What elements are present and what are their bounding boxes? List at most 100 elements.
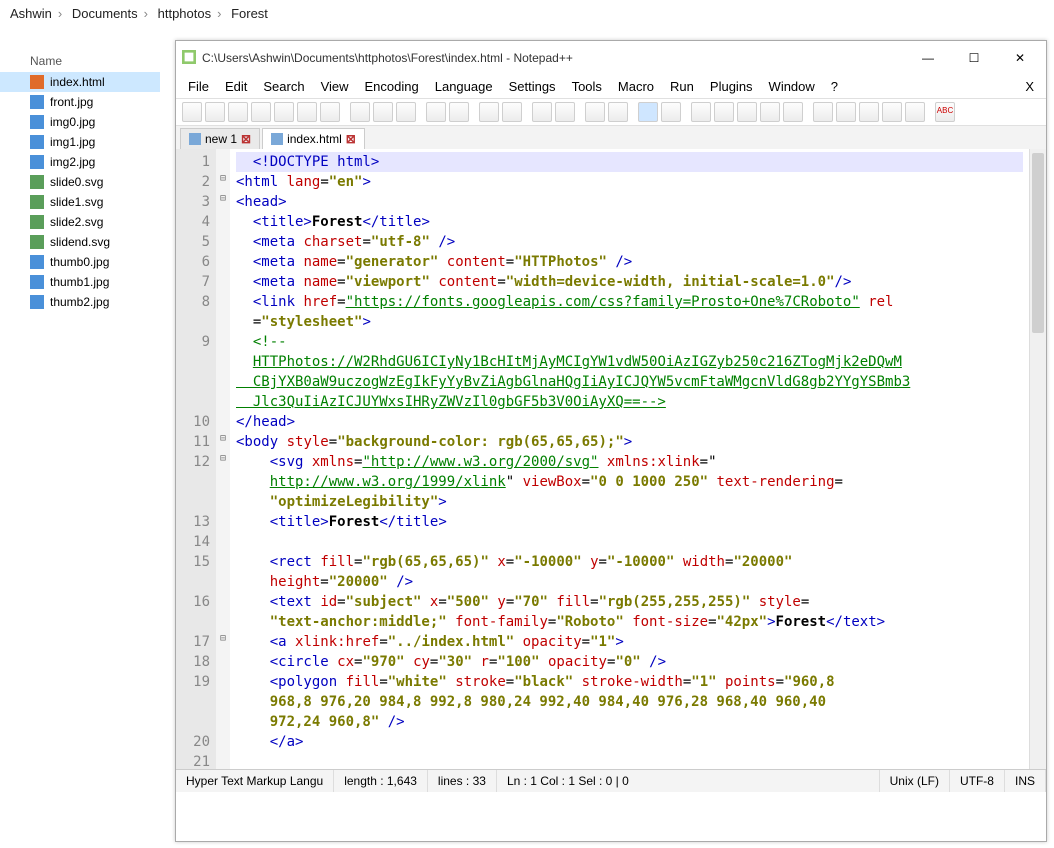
- menubar: File Edit Search View Encoding Language …: [176, 75, 1046, 98]
- file-name: front.jpg: [50, 95, 93, 109]
- tab-indexhtml[interactable]: index.html ⊠: [262, 128, 365, 149]
- zoom-out-icon[interactable]: [555, 102, 575, 122]
- menubar-close[interactable]: X: [1019, 77, 1040, 96]
- file-icon: [271, 133, 283, 145]
- new-file-icon[interactable]: [182, 102, 202, 122]
- maximize-button[interactable]: ☐: [954, 45, 994, 71]
- cut-icon[interactable]: [350, 102, 370, 122]
- menu-search[interactable]: Search: [257, 77, 310, 96]
- run-macro-multi-icon[interactable]: [882, 102, 902, 122]
- spellcheck-icon[interactable]: ABC: [935, 102, 955, 122]
- file-icon: [30, 215, 44, 229]
- copy-icon[interactable]: [373, 102, 393, 122]
- save-macro-icon[interactable]: [905, 102, 925, 122]
- file-icon: [30, 155, 44, 169]
- chevron-right-icon: ›: [58, 6, 62, 21]
- print-icon[interactable]: [320, 102, 340, 122]
- file-row[interactable]: slide0.svg: [0, 172, 160, 192]
- menu-view[interactable]: View: [315, 77, 355, 96]
- redo-icon[interactable]: [449, 102, 469, 122]
- menu-language[interactable]: Language: [429, 77, 499, 96]
- file-row[interactable]: thumb1.jpg: [0, 272, 160, 292]
- file-icon: [189, 133, 201, 145]
- notepadpp-window: C:\Users\Ashwin\Documents\httphotos\Fore…: [175, 40, 1047, 842]
- breadcrumb-item[interactable]: Ashwin: [10, 6, 52, 21]
- menu-run[interactable]: Run: [664, 77, 700, 96]
- breadcrumb-item[interactable]: httphotos: [158, 6, 212, 21]
- tab-new1[interactable]: new 1 ⊠: [180, 128, 260, 149]
- indent-guide-icon[interactable]: [691, 102, 711, 122]
- file-icon: [30, 135, 44, 149]
- function-list-icon[interactable]: [760, 102, 780, 122]
- file-row[interactable]: slide2.svg: [0, 212, 160, 232]
- line-number-gutter: 1234567891011121314151617181920212223: [176, 149, 216, 769]
- file-name: thumb1.jpg: [50, 275, 109, 289]
- file-icon: [30, 195, 44, 209]
- open-file-icon[interactable]: [205, 102, 225, 122]
- menu-plugins[interactable]: Plugins: [704, 77, 759, 96]
- save-icon[interactable]: [228, 102, 248, 122]
- paste-icon[interactable]: [396, 102, 416, 122]
- close-icon[interactable]: ⊠: [346, 132, 356, 146]
- find-icon[interactable]: [479, 102, 499, 122]
- file-name: thumb2.jpg: [50, 295, 109, 309]
- tab-label: index.html: [287, 132, 342, 146]
- file-name: thumb0.jpg: [50, 255, 109, 269]
- file-row[interactable]: index.html: [0, 72, 160, 92]
- fold-gutter[interactable]: ⊟⊟ ⊟⊟ ⊟ ⊟: [216, 149, 230, 769]
- file-row[interactable]: thumb2.jpg: [0, 292, 160, 312]
- status-length: length : 1,643: [334, 770, 428, 792]
- replace-icon[interactable]: [502, 102, 522, 122]
- file-row[interactable]: img0.jpg: [0, 112, 160, 132]
- file-row[interactable]: front.jpg: [0, 92, 160, 112]
- menu-encoding[interactable]: Encoding: [359, 77, 425, 96]
- folder-as-workspace-icon[interactable]: [714, 102, 734, 122]
- stop-macro-icon[interactable]: [836, 102, 856, 122]
- zoom-in-icon[interactable]: [532, 102, 552, 122]
- menu-file[interactable]: File: [182, 77, 215, 96]
- file-icon: [30, 255, 44, 269]
- monitoring-icon[interactable]: [783, 102, 803, 122]
- file-name: slide1.svg: [50, 195, 103, 209]
- breadcrumb[interactable]: Ashwin› Documents› httphotos› Forest: [0, 0, 1054, 27]
- code-area[interactable]: <!DOCTYPE html> <html lang="en"> <head> …: [230, 149, 1029, 769]
- sync-hscroll-icon[interactable]: [608, 102, 628, 122]
- file-icon: [30, 235, 44, 249]
- menu-macro[interactable]: Macro: [612, 77, 660, 96]
- undo-icon[interactable]: [426, 102, 446, 122]
- doc-map-icon[interactable]: [737, 102, 757, 122]
- status-eol[interactable]: Unix (LF): [880, 770, 950, 792]
- titlebar[interactable]: C:\Users\Ashwin\Documents\httphotos\Fore…: [176, 41, 1046, 75]
- wordwrap-icon[interactable]: [638, 102, 658, 122]
- window-title: C:\Users\Ashwin\Documents\httphotos\Fore…: [202, 51, 902, 65]
- file-row[interactable]: img2.jpg: [0, 152, 160, 172]
- breadcrumb-item[interactable]: Forest: [231, 6, 268, 21]
- vertical-scrollbar[interactable]: [1029, 149, 1046, 769]
- play-macro-icon[interactable]: [859, 102, 879, 122]
- file-row[interactable]: slidend.svg: [0, 232, 160, 252]
- menu-window[interactable]: Window: [763, 77, 821, 96]
- sync-vscroll-icon[interactable]: [585, 102, 605, 122]
- menu-tools[interactable]: Tools: [566, 77, 608, 96]
- breadcrumb-item[interactable]: Documents: [72, 6, 138, 21]
- column-header-name[interactable]: Name: [0, 50, 160, 72]
- close-all-icon[interactable]: [297, 102, 317, 122]
- status-encoding[interactable]: UTF-8: [950, 770, 1005, 792]
- save-all-icon[interactable]: [251, 102, 271, 122]
- show-all-chars-icon[interactable]: [661, 102, 681, 122]
- status-mode[interactable]: INS: [1005, 770, 1046, 792]
- code-editor[interactable]: 1234567891011121314151617181920212223 ⊟⊟…: [176, 149, 1046, 769]
- menu-settings[interactable]: Settings: [503, 77, 562, 96]
- file-row[interactable]: thumb0.jpg: [0, 252, 160, 272]
- close-file-icon[interactable]: [274, 102, 294, 122]
- file-explorer: Name index.html front.jpg img0.jpgimg1.jpg…: [0, 50, 160, 312]
- record-macro-icon[interactable]: [813, 102, 833, 122]
- menu-help[interactable]: ?: [825, 77, 844, 96]
- minimize-button[interactable]: —: [908, 45, 948, 71]
- close-icon[interactable]: ⊠: [241, 132, 251, 146]
- menu-edit[interactable]: Edit: [219, 77, 253, 96]
- close-button[interactable]: ✕: [1000, 45, 1040, 71]
- scroll-thumb[interactable]: [1032, 153, 1044, 333]
- file-row[interactable]: slide1.svg: [0, 192, 160, 212]
- file-row[interactable]: img1.jpg: [0, 132, 160, 152]
